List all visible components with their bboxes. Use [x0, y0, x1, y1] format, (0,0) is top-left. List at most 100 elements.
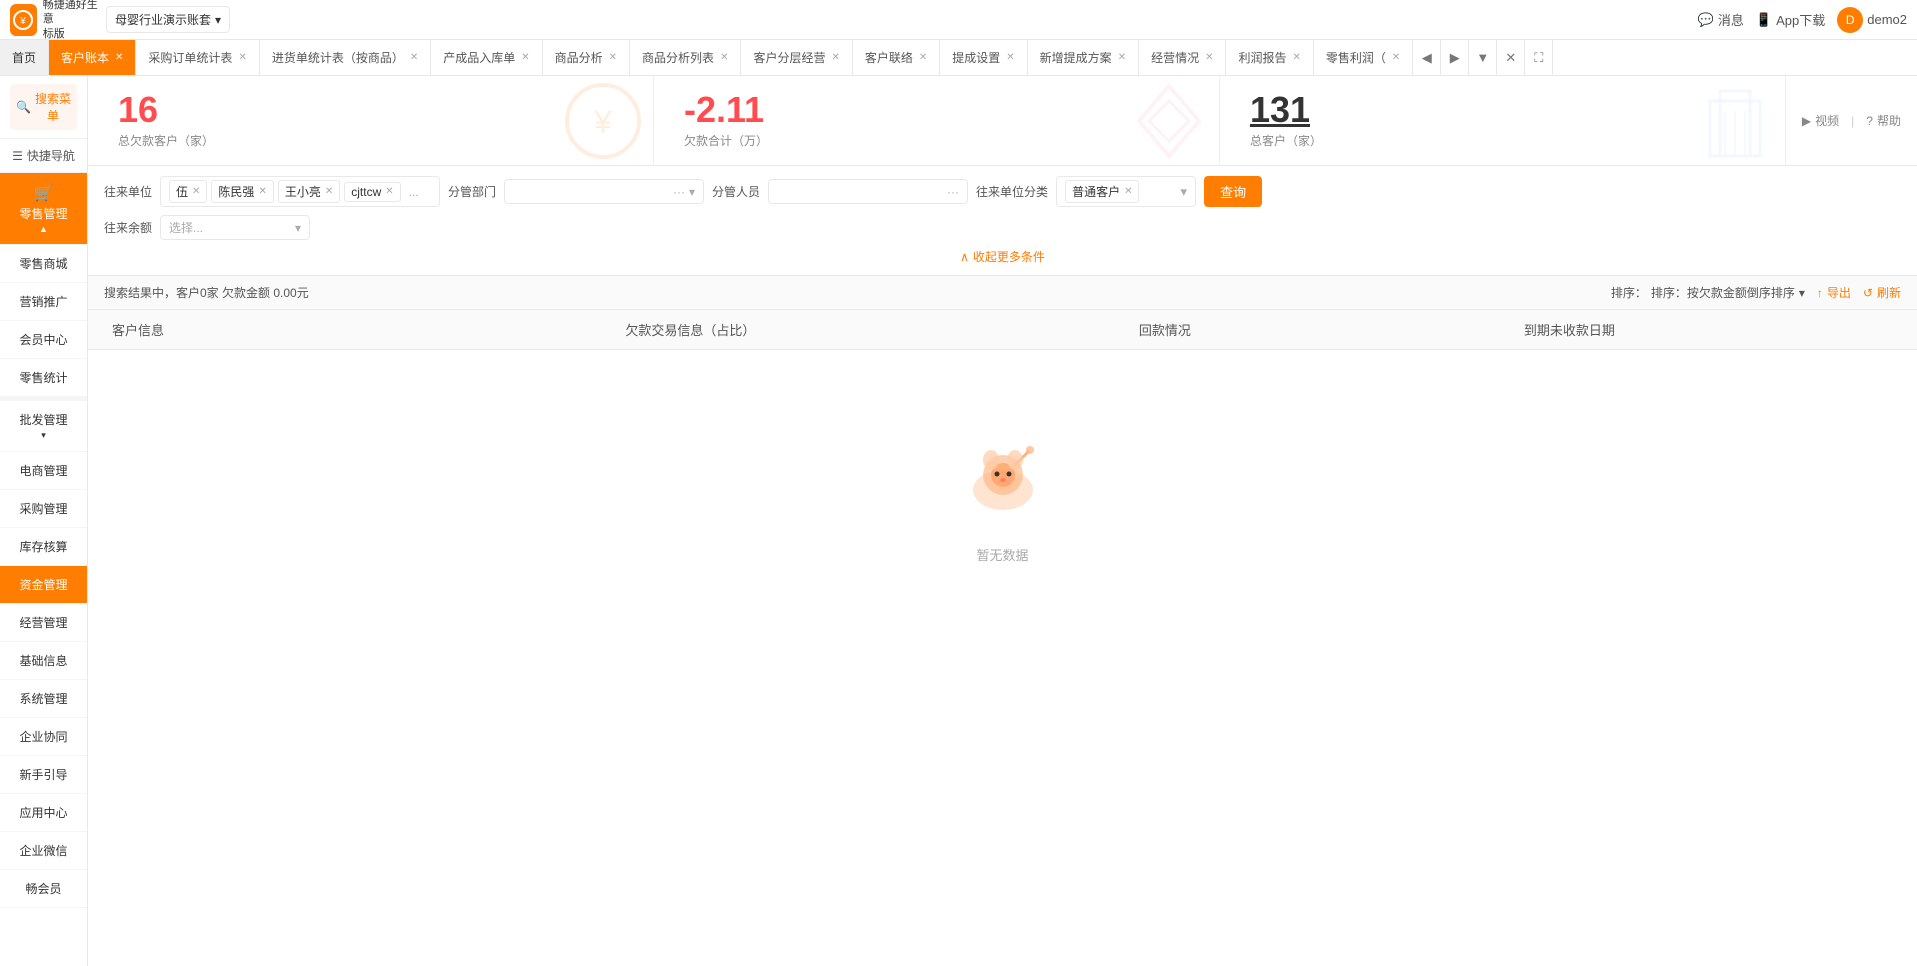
sidebar-item-marketing[interactable]: 营销推广 [0, 283, 87, 321]
tab-close-all-button[interactable]: ✕ [1497, 40, 1525, 76]
refresh-button[interactable]: ↺ 刷新 [1863, 284, 1901, 301]
sort-selector[interactable]: 排序： 排序：按欠款金额倒序排序 ▾ [1611, 284, 1805, 301]
tag-close-icon[interactable]: ✕ [325, 186, 333, 197]
sidebar-item-inventory[interactable]: 库存核算 [0, 528, 87, 566]
tag-close-icon[interactable]: ✕ [385, 186, 393, 197]
sidebar-item-app-center[interactable]: 应用中心 [0, 794, 87, 832]
tab-close-icon[interactable]: ✕ [1293, 52, 1301, 63]
sidebar-search-section: 🔍 搜索菜单 [0, 76, 87, 139]
tab-product-analysis[interactable]: 商品分析 ✕ [543, 40, 630, 76]
help-button[interactable]: ? 帮助 [1866, 112, 1901, 129]
tab-close-icon[interactable]: ✕ [1392, 52, 1400, 63]
tag-close-icon[interactable]: ✕ [258, 186, 266, 197]
tab-expand-button[interactable]: ⛶ [1525, 40, 1553, 76]
sidebar-item-enterprise[interactable]: 企业协同 [0, 718, 87, 756]
sidebar-item-wholesale-mgmt[interactable]: 批发管理 ▾ [0, 401, 87, 452]
ellipsis-icon: ··· [947, 185, 959, 199]
tab-customer-seg[interactable]: 客户分层经营 ✕ [741, 40, 852, 76]
video-help-button[interactable]: ▶ 视频 [1802, 112, 1839, 129]
tab-product-stock[interactable]: 产成品入库单 ✕ [431, 40, 542, 76]
sidebar-item-enterprise-wechat[interactable]: 企业微信 [0, 832, 87, 870]
tab-close-icon[interactable]: ✕ [238, 52, 246, 63]
empty-text: 暂无数据 [976, 545, 1028, 564]
tag-close-icon[interactable]: ✕ [192, 186, 200, 197]
table-container: 客户信息 欠款交易信息（占比） 回款情况 到期未收款日期 [88, 310, 1917, 966]
quick-nav-button[interactable]: ☰ 快捷导航 [0, 139, 87, 173]
workspace-selector[interactable]: 母婴行业演示账套 ▾ [106, 6, 230, 33]
sidebar-item-member[interactable]: 畅会员 [0, 870, 87, 908]
filter-row-1: 往来单位 伍 ✕ 陈民强 ✕ 王小亮 ✕ cjttcw [104, 176, 1901, 207]
tab-close-icon[interactable]: ✕ [521, 52, 529, 63]
stats-bar-right: ▶ 视频 | ? 帮助 [1786, 112, 1917, 129]
query-button[interactable]: 查询 [1204, 176, 1262, 207]
sidebar-item-retail-stats[interactable]: 零售统计 [0, 359, 87, 397]
sidebar-item-ecommerce[interactable]: 电商管理 [0, 452, 87, 490]
chevron-down-icon: ▾ [689, 185, 695, 199]
tab-purchase-order[interactable]: 采购订单统计表 ✕ [136, 40, 259, 76]
table-col-customer-info: 客户信息 [104, 320, 617, 339]
sidebar-item-retail-mall[interactable]: 零售商城 [0, 245, 87, 283]
help-icon: ? [1866, 114, 1873, 128]
tab-biz-status[interactable]: 经营情况 ✕ [1139, 40, 1226, 76]
credit-amount-label: 欠款合计（万） [684, 132, 768, 149]
sidebar: 🔍 搜索菜单 ☰ 快捷导航 🛒 零售管理 ▲ 零售商城 营销推广 会员中心 零售… [0, 76, 88, 966]
export-button[interactable]: ↑ 导出 [1817, 284, 1851, 301]
balance-filter-field[interactable]: 选择... ▾ [160, 215, 310, 240]
tab-tip-settings[interactable]: 提成设置 ✕ [940, 40, 1027, 76]
tab-close-icon[interactable]: ✕ [1118, 52, 1126, 63]
sidebar-item-new-guide[interactable]: 新手引导 [0, 756, 87, 794]
filter-tag-wang: 王小亮 ✕ [278, 180, 340, 203]
sidebar-item-member-center[interactable]: 会员中心 [0, 321, 87, 359]
tab-menu-button[interactable]: ▼ [1469, 40, 1497, 76]
retail-mgmt-icon: 🛒 [34, 183, 54, 203]
sidebar-item-finance[interactable]: 资金管理 [0, 566, 87, 604]
app-download-button[interactable]: 📱 App下载 [1756, 10, 1825, 29]
tab-account[interactable]: 客户账本 ✕ [49, 40, 136, 76]
tab-close-icon[interactable]: ✕ [1006, 52, 1014, 63]
tab-home[interactable]: 首页 [0, 40, 49, 76]
message-button[interactable]: 💬 消息 [1698, 10, 1744, 29]
tab-next-button[interactable]: ▶ [1441, 40, 1469, 76]
person-filter-label: 分管人员 [712, 183, 760, 200]
top-bar-left: ¥ 畅捷通好生意 标版 母婴行业演示账套 ▾ [10, 0, 230, 41]
stats-bg-building-icon [1695, 81, 1775, 161]
download-icon: 📱 [1756, 12, 1772, 28]
tab-close-icon[interactable]: ✕ [1205, 52, 1213, 63]
filter-more-button[interactable]: ... [405, 183, 423, 201]
credit-customers-label: 总欠款客户（家） [118, 132, 214, 149]
tab-add-plan[interactable]: 新增提成方案 ✕ [1028, 40, 1139, 76]
search-menu-button[interactable]: 🔍 搜索菜单 [10, 84, 77, 130]
tab-stock-stat[interactable]: 进货单统计表（按商品） ✕ [260, 40, 431, 76]
tab-close-icon[interactable]: ✕ [720, 52, 728, 63]
tab-close-icon[interactable]: ✕ [919, 52, 927, 63]
search-icon: 🔍 [16, 100, 31, 114]
tab-close-icon[interactable]: ✕ [831, 52, 839, 63]
sidebar-item-basic-info[interactable]: 基础信息 [0, 642, 87, 680]
tab-close-icon[interactable]: ✕ [609, 52, 617, 63]
tab-close-icon[interactable]: ✕ [115, 52, 123, 63]
tab-customer-contact[interactable]: 客户联络 ✕ [853, 40, 940, 76]
nav-icon: ☰ [12, 149, 23, 163]
unit-class-filter-label: 往来单位分类 [976, 183, 1048, 200]
total-customers-label: 总客户（家） [1250, 132, 1322, 149]
user-menu[interactable]: D demo2 [1837, 7, 1907, 33]
dept-filter-field[interactable]: ··· ▾ [504, 179, 704, 204]
logo-text: 畅捷通好生意 标版 [43, 0, 98, 41]
sidebar-item-purchase[interactable]: 采购管理 [0, 490, 87, 528]
tab-profit-report[interactable]: 利润报告 ✕ [1226, 40, 1313, 76]
tab-close-icon[interactable]: ✕ [410, 52, 418, 63]
chevron-down-icon: ▾ [215, 13, 221, 27]
sidebar-item-sys-mgmt[interactable]: 系统管理 [0, 680, 87, 718]
refresh-icon: ↺ [1863, 286, 1873, 300]
tab-retail-profit[interactable]: 零售利润（ ✕ [1314, 40, 1413, 76]
tag-close-icon[interactable]: ✕ [1124, 186, 1132, 197]
message-icon: 💬 [1698, 12, 1714, 28]
collapse-filter-button[interactable]: ∧ 收起更多条件 [960, 248, 1045, 265]
empty-icon [953, 430, 1053, 533]
sidebar-item-ops-mgmt[interactable]: 经营管理 [0, 604, 87, 642]
stats-item-total-customers: 131 总客户（家） [1220, 76, 1786, 165]
tab-prev-button[interactable]: ◀ [1413, 40, 1441, 76]
person-filter-field[interactable]: ··· [768, 179, 968, 204]
sidebar-item-retail-mgmt[interactable]: 🛒 零售管理 ▲ [0, 173, 87, 245]
tab-product-analysis-list[interactable]: 商品分析列表 ✕ [630, 40, 741, 76]
